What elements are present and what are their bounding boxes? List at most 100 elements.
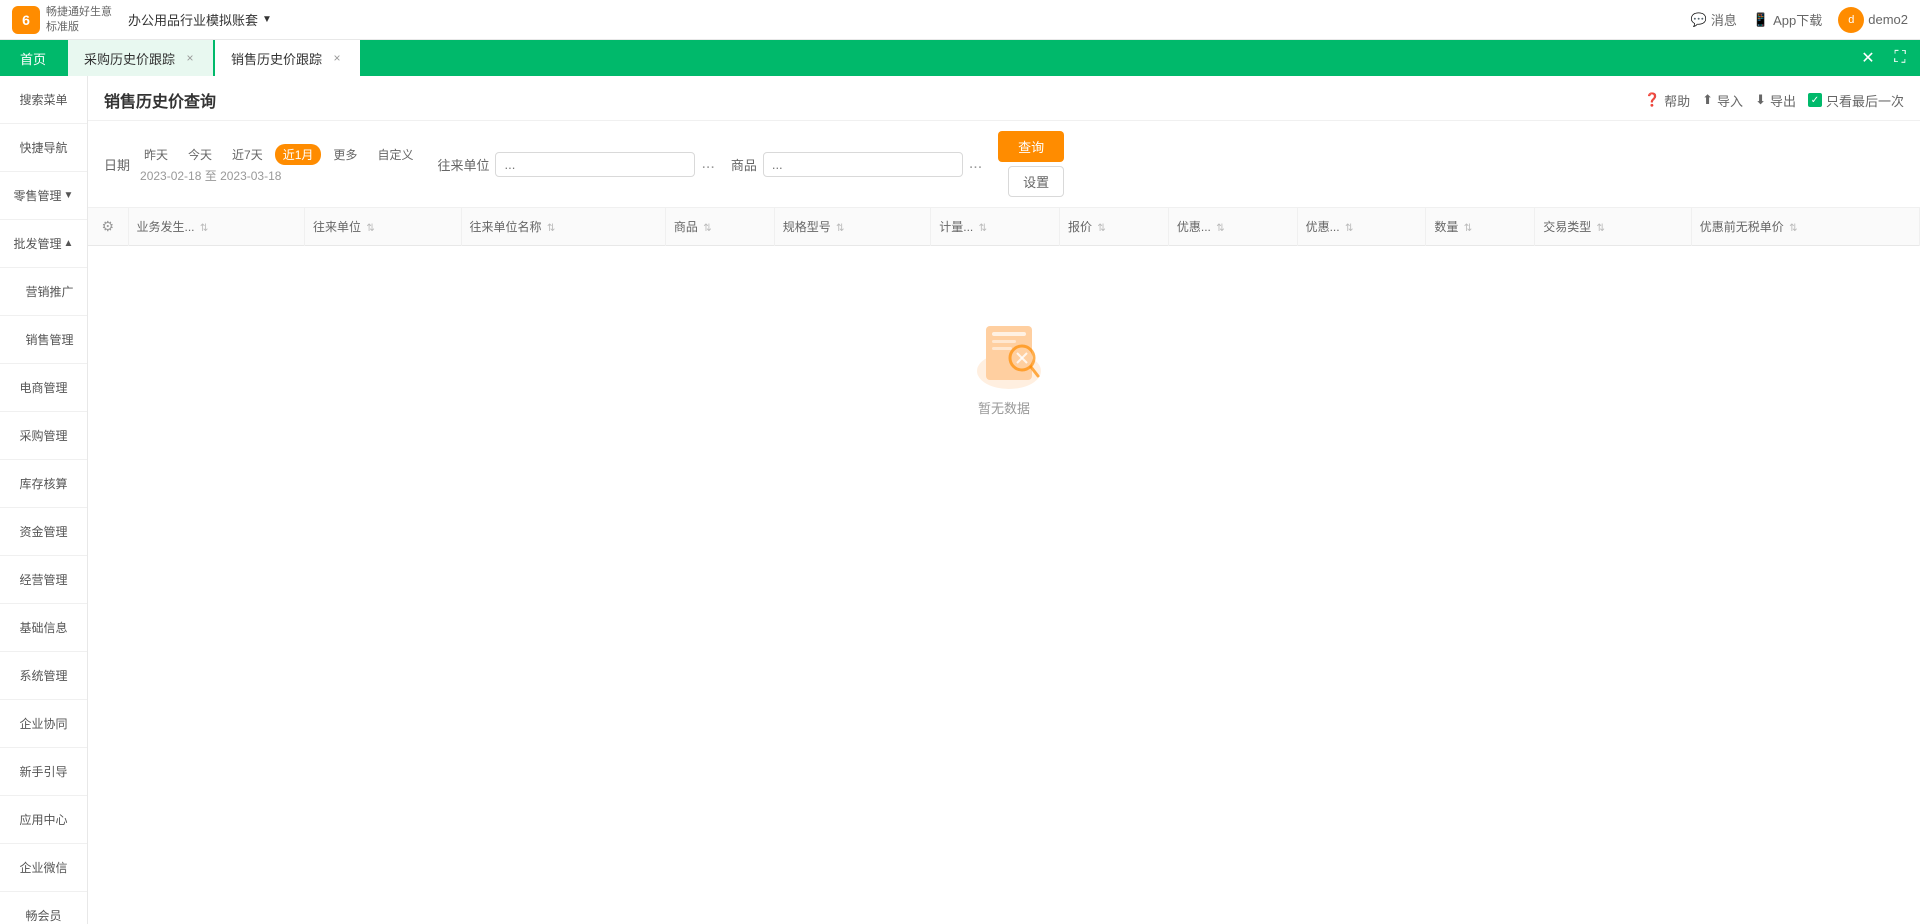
data-table: ⚙ 业务发生... ⇅ 往来单位 ⇅ 往来单位名称 (88, 208, 1920, 246)
th-discount1[interactable]: 优惠... ⇅ (1168, 208, 1297, 246)
sort-arrows-trade-type: ⇅ (1597, 223, 1605, 234)
sidebar-item-sales-mgmt[interactable]: 销售管理 (0, 316, 87, 364)
user-action[interactable]: d demo2 (1838, 7, 1908, 33)
gear-icon[interactable]: ⚙ (101, 218, 114, 234)
help-action[interactable]: ❓ 帮助 (1644, 91, 1690, 110)
th-qty[interactable]: 数量 ⇅ (1426, 208, 1535, 246)
sidebar-item-member[interactable]: 畅会员 (0, 892, 87, 924)
close-purchase-tab-button[interactable]: × (183, 51, 197, 65)
help-icon: ❓ (1644, 92, 1660, 108)
settings-button[interactable]: 设置 (1008, 166, 1064, 197)
sidebar-item-quick-nav[interactable]: 快捷导航 (0, 124, 87, 172)
sidebar-item-search-menu[interactable]: 搜索菜单 (0, 76, 87, 124)
table-area: ⚙ 业务发生... ⇅ 往来单位 ⇅ 往来单位名称 (88, 208, 1920, 924)
page-title: 销售历史价查询 (104, 88, 216, 112)
empty-image (964, 306, 1044, 386)
sort-arrows-pretax-price: ⇅ (1789, 223, 1797, 234)
sidebar-item-newbie[interactable]: 新手引导 (0, 748, 87, 796)
th-trade-type[interactable]: 交易类型 ⇅ (1535, 208, 1692, 246)
logo-area: 6 畅捷通好生意 标准版 (12, 5, 112, 34)
empty-svg (964, 306, 1054, 396)
sidebar-item-finance[interactable]: 资金管理 (0, 508, 87, 556)
sidebar-item-operations[interactable]: 经营管理 (0, 556, 87, 604)
incoming-unit-input[interactable] (495, 152, 695, 177)
logo-text: 畅捷通好生意 标准版 (46, 5, 112, 34)
sidebar-item-retail[interactable]: 零售管理 ▼ (0, 172, 87, 220)
date-filter-group: 日期 昨天 今天 近7天 近1月 更多 自定义 2023-02-18 至 202… (104, 144, 421, 184)
top-bar: 6 畅捷通好生意 标准版 办公用品行业模拟账套 ▼ 💬 消息 📱 App下载 d… (0, 0, 1920, 40)
sidebar: 搜索菜单 快捷导航 零售管理 ▼ 批发管理 ▲ 营销推广 销售管理 电商管理 采… (0, 76, 88, 924)
empty-state: 暂无数据 (88, 246, 1920, 477)
maximize-button[interactable]: ⛶ (1888, 46, 1912, 70)
th-goods[interactable]: 商品 ⇅ (665, 208, 774, 246)
th-spec[interactable]: 规格型号 ⇅ (774, 208, 931, 246)
page-header-actions: ❓ 帮助 ⬆ 导入 ⬇ 导出 ✓ 只看最后一次 (1644, 91, 1904, 110)
incoming-unit-filter: 往来单位 ... (437, 152, 714, 177)
goods-filter: 商品 ... (731, 152, 982, 177)
th-pretax-price[interactable]: 优惠前无税单价 ⇅ (1691, 208, 1919, 246)
retail-arrow-icon: ▼ (64, 190, 74, 201)
tab-bar-end: ✕ ⛶ (1856, 46, 1920, 70)
sidebar-item-wholesale[interactable]: 批发管理 ▲ (0, 220, 87, 268)
sort-arrows-spec: ⇅ (836, 223, 844, 234)
main-layout: 搜索菜单 快捷导航 零售管理 ▼ 批发管理 ▲ 营销推广 销售管理 电商管理 采… (0, 76, 1920, 924)
incoming-unit-dots[interactable]: ... (701, 155, 714, 173)
message-action[interactable]: 💬 消息 (1691, 10, 1737, 29)
th-settings: ⚙ (88, 208, 128, 246)
import-icon: ⬆ (1702, 92, 1713, 108)
th-biz-date[interactable]: 业务发生... ⇅ (128, 208, 304, 246)
download-action[interactable]: 📱 App下载 (1753, 10, 1822, 29)
th-unit-code[interactable]: 往来单位 ⇅ (304, 208, 461, 246)
sidebar-item-app-center[interactable]: 应用中心 (0, 796, 87, 844)
chevron-down-icon: ▼ (262, 14, 272, 25)
tab-bar: 首页 采购历史价跟踪 × 销售历史价跟踪 × ✕ ⛶ (0, 40, 1920, 76)
sort-arrows-unit-code: ⇅ (366, 223, 374, 234)
sidebar-item-system[interactable]: 系统管理 (0, 652, 87, 700)
tab-purchase-history[interactable]: 采购历史价跟踪 × (68, 40, 213, 76)
empty-text: 暂无数据 (978, 398, 1030, 417)
sidebar-item-inventory[interactable]: 库存核算 (0, 460, 87, 508)
th-unit[interactable]: 计量... ⇅ (931, 208, 1060, 246)
date-pill-yesterday[interactable]: 昨天 (136, 144, 176, 165)
sidebar-item-enterprise[interactable]: 企业协同 (0, 700, 87, 748)
sidebar-item-ecommerce[interactable]: 电商管理 (0, 364, 87, 412)
date-pill-today[interactable]: 今天 (180, 144, 220, 165)
tab-sales-history[interactable]: 销售历史价跟踪 × (215, 40, 360, 76)
filter-actions: 查询 设置 (998, 131, 1064, 197)
date-label: 日期 (104, 155, 130, 174)
date-pill-7days[interactable]: 近7天 (224, 144, 271, 165)
date-pill-1month[interactable]: 近1月 (275, 144, 322, 165)
date-pills: 昨天 今天 近7天 近1月 更多 自定义 (136, 144, 421, 165)
sort-arrows-price: ⇅ (1097, 223, 1105, 234)
import-action[interactable]: ⬆ 导入 (1702, 91, 1743, 110)
avatar: d (1838, 7, 1864, 33)
app-selector[interactable]: 办公用品行业模拟账套 ▼ (120, 6, 280, 33)
sidebar-item-basic-info[interactable]: 基础信息 (0, 604, 87, 652)
date-pill-more[interactable]: 更多 (325, 144, 365, 165)
top-bar-right: 💬 消息 📱 App下载 d demo2 (1691, 7, 1908, 33)
export-icon: ⬇ (1755, 92, 1766, 108)
th-price[interactable]: 报价 ⇅ (1060, 208, 1169, 246)
table-header-row: ⚙ 业务发生... ⇅ 往来单位 ⇅ 往来单位名称 (88, 208, 1920, 246)
sidebar-item-purchase[interactable]: 采购管理 (0, 412, 87, 460)
checkbox-icon: ✓ (1808, 93, 1822, 107)
th-discount2[interactable]: 优惠... ⇅ (1297, 208, 1426, 246)
sort-arrows-unit: ⇅ (979, 223, 987, 234)
wholesale-arrow-icon: ▲ (64, 238, 74, 249)
message-icon: 💬 (1691, 12, 1707, 28)
close-sales-tab-button[interactable]: × (330, 51, 344, 65)
close-window-button[interactable]: ✕ (1856, 46, 1880, 70)
date-pill-custom[interactable]: 自定义 (369, 144, 421, 165)
sidebar-item-marketing[interactable]: 营销推广 (0, 268, 87, 316)
only-last-checkbox[interactable]: ✓ 只看最后一次 (1808, 91, 1904, 110)
sort-arrows-discount1: ⇅ (1216, 223, 1224, 234)
query-button[interactable]: 查询 (998, 131, 1064, 162)
goods-dots[interactable]: ... (969, 155, 982, 173)
export-action[interactable]: ⬇ 导出 (1755, 91, 1796, 110)
filter-bar: 日期 昨天 今天 近7天 近1月 更多 自定义 2023-02-18 至 202… (88, 121, 1920, 208)
content-area: 销售历史价查询 ❓ 帮助 ⬆ 导入 ⬇ 导出 ✓ (88, 76, 1920, 924)
tab-home[interactable]: 首页 (0, 40, 66, 76)
goods-input[interactable] (763, 152, 963, 177)
sidebar-item-enterprise-wechat[interactable]: 企业微信 (0, 844, 87, 892)
th-unit-name[interactable]: 往来单位名称 ⇅ (461, 208, 665, 246)
